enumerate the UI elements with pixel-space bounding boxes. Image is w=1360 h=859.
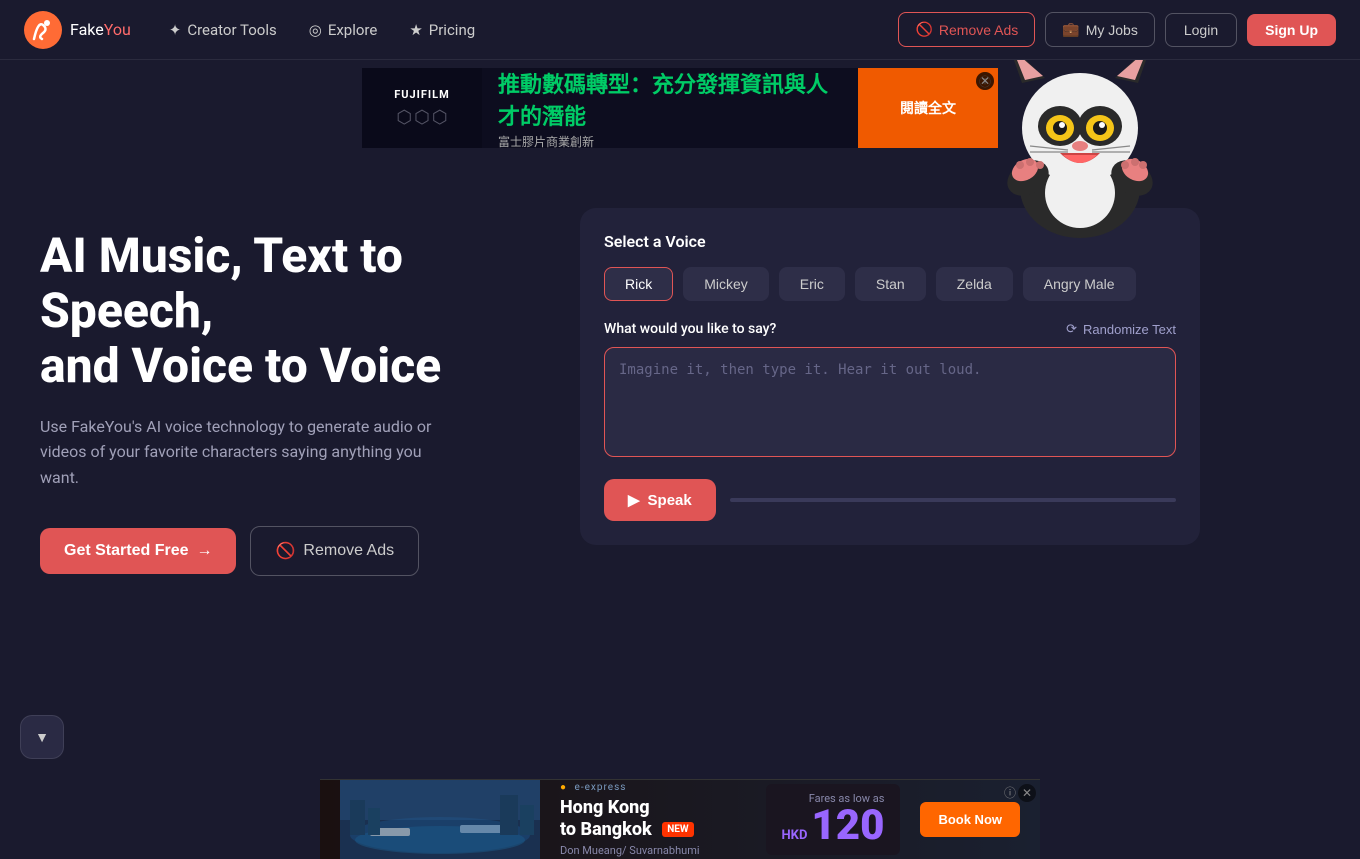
navbar-left: FakeYou ✦ Creator Tools ◎ Explore ★ Pric… xyxy=(24,11,489,49)
randomize-text-button[interactable]: ⟳ Randomize Text xyxy=(1066,321,1176,337)
no-ads-hero-icon: 🚫 xyxy=(275,541,295,561)
audio-progress-bar xyxy=(730,498,1176,502)
price-row: HKD 120 xyxy=(782,805,885,847)
bottom-ad-headline: Hong Kong to Bangkok NEW xyxy=(560,797,746,840)
explore-icon: ◎ xyxy=(309,21,322,39)
fuji-main-text: 推動數碼轉型：充分發揮資訊與人才的潛能 xyxy=(498,68,842,131)
select-voice-label: Select a Voice xyxy=(604,232,1176,251)
voice-panel: Select a Voice Rick Mickey Eric Stan Zel… xyxy=(580,208,1200,545)
hero-buttons: Get Started Free → 🚫 Remove Ads xyxy=(40,526,540,576)
bottom-ad-text: ● e-express Hong Kong to Bangkok NEW Don… xyxy=(560,782,746,857)
what-say-label: What would you like to say? xyxy=(604,321,776,337)
signup-button[interactable]: Sign Up xyxy=(1247,14,1336,46)
hero-title-line2: and Voice to Voice xyxy=(40,337,441,394)
top-ad-container: FUJIFILM ⬡ ⬡ ⬡ 推動數碼轉型：充分發揮資訊與人才的潛能 富士膠片商… xyxy=(362,68,998,148)
main-content: AI Music, Text to Speech, and Voice to V… xyxy=(0,148,1360,608)
top-ad-close-button[interactable]: ✕ xyxy=(976,72,994,90)
bottom-ad-banner: ● e-express Hong Kong to Bangkok NEW Don… xyxy=(320,779,1040,859)
right-section: Select a Voice Rick Mickey Eric Stan Zel… xyxy=(580,188,1200,545)
remove-ads-hero-button[interactable]: 🚫 Remove Ads xyxy=(250,526,419,576)
login-button[interactable]: Login xyxy=(1165,13,1237,47)
voice-panel-label-row: What would you like to say? ⟳ Randomize … xyxy=(604,321,1176,337)
voice-chips: Rick Mickey Eric Stan Zelda Angry Male xyxy=(604,267,1176,301)
logo[interactable]: FakeYou xyxy=(24,11,131,49)
nav-links: ✦ Creator Tools ◎ Explore ★ Pricing xyxy=(155,13,489,47)
fuji-hexagons: ⬡ ⬡ ⬡ xyxy=(396,107,447,128)
voice-chip-eric[interactable]: Eric xyxy=(779,267,845,301)
voice-chip-rick[interactable]: Rick xyxy=(604,267,673,301)
pricing-icon: ★ xyxy=(409,21,422,39)
my-jobs-button[interactable]: 💼 My Jobs xyxy=(1045,12,1155,47)
bottom-ad-price-box: Fares as low as HKD 120 xyxy=(766,784,901,855)
fuji-ad[interactable]: FUJIFILM ⬡ ⬡ ⬡ 推動數碼轉型：充分發揮資訊與人才的潛能 富士膠片商… xyxy=(362,68,998,148)
voice-chip-stan[interactable]: Stan xyxy=(855,267,926,301)
fuji-cta-label: 閱讀全文 xyxy=(900,98,956,118)
new-badge: NEW xyxy=(662,822,693,837)
arrow-icon: → xyxy=(196,542,212,560)
briefcase-icon: 💼 xyxy=(1062,21,1079,38)
bottom-ad-info-icon[interactable]: ⓘ xyxy=(1004,784,1016,801)
scroll-down-button[interactable]: ▼ xyxy=(20,715,64,759)
bottom-ad-brand: ● e-express xyxy=(560,782,746,793)
bottom-ad-sub: Don Mueang/ Suvarnabhumi xyxy=(560,844,746,857)
fuji-sub-text: 富士膠片商業創新 xyxy=(498,133,594,149)
chevron-down-icon: ▼ xyxy=(35,729,49,746)
voice-chip-angry-male[interactable]: Angry Male xyxy=(1023,267,1136,301)
price-amount: 120 xyxy=(811,805,884,847)
nav-explore[interactable]: ◎ Explore xyxy=(295,13,392,47)
creator-tools-icon: ✦ xyxy=(169,21,182,39)
logo-text: FakeYou xyxy=(70,20,131,39)
nav-pricing[interactable]: ★ Pricing xyxy=(395,13,489,47)
tts-text-input[interactable] xyxy=(604,347,1176,457)
bottom-ad-image xyxy=(340,780,540,859)
fuji-brand: FUJIFILM xyxy=(394,88,450,101)
navbar: FakeYou ✦ Creator Tools ◎ Explore ★ Pric… xyxy=(0,0,1360,60)
top-ad-wrapper: FUJIFILM ⬡ ⬡ ⬡ 推動數碼轉型：充分發揮資訊與人才的潛能 富士膠片商… xyxy=(0,60,1360,148)
speak-button[interactable]: ▶ Speak xyxy=(604,479,716,521)
hero-section: AI Music, Text to Speech, and Voice to V… xyxy=(40,188,540,576)
express-icon: ● xyxy=(560,782,567,793)
book-now-button[interactable]: Book Now xyxy=(920,802,1020,837)
bottom-ad-inner: ● e-express Hong Kong to Bangkok NEW Don… xyxy=(320,780,1040,859)
remove-ads-button[interactable]: 🚫 Remove Ads xyxy=(898,12,1035,47)
nav-creator-tools[interactable]: ✦ Creator Tools xyxy=(155,13,291,47)
navbar-right: 🚫 Remove Ads 💼 My Jobs Login Sign Up xyxy=(898,12,1336,47)
fuji-ad-left: FUJIFILM ⬡ ⬡ ⬡ xyxy=(362,68,482,148)
voice-chip-zelda[interactable]: Zelda xyxy=(936,267,1013,301)
play-icon: ▶ xyxy=(628,491,640,509)
fuji-ad-center: 推動數碼轉型：充分發揮資訊與人才的潛能 富士膠片商業創新 xyxy=(482,68,858,148)
currency-label: HKD xyxy=(782,828,808,843)
voice-chip-mickey[interactable]: Mickey xyxy=(683,267,769,301)
hero-description: Use FakeYou's AI voice technology to gen… xyxy=(40,414,460,491)
no-ads-icon: 🚫 xyxy=(915,21,932,38)
randomize-icon: ⟳ xyxy=(1066,321,1077,337)
speak-row: ▶ Speak xyxy=(604,479,1176,521)
bottom-ad-close-button[interactable]: ✕ xyxy=(1018,784,1036,802)
logo-icon xyxy=(24,11,62,49)
hero-title-line1: AI Music, Text to Speech, xyxy=(40,227,403,339)
hero-title: AI Music, Text to Speech, and Voice to V… xyxy=(40,228,540,394)
get-started-button[interactable]: Get Started Free → xyxy=(40,528,236,574)
